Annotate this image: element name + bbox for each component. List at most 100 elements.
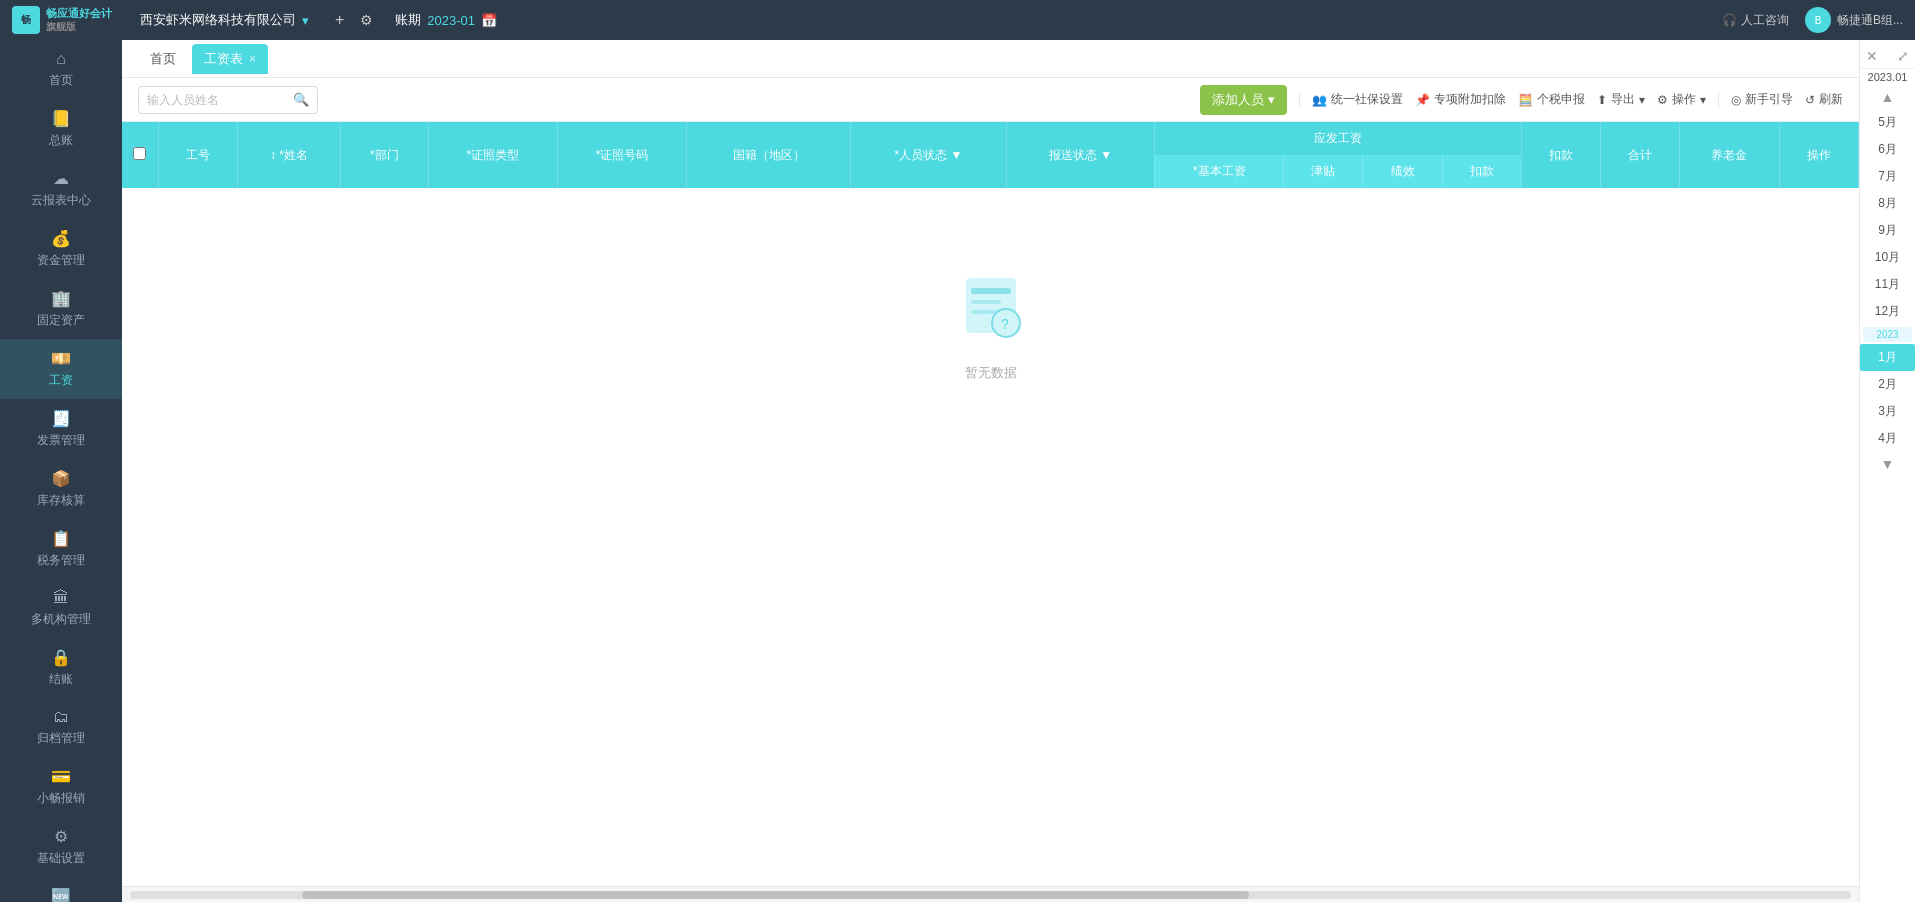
th-total: 合计 [1600,122,1679,188]
search-input[interactable] [147,93,287,107]
guide-btn[interactable]: ◎ 新手引导 [1731,91,1793,108]
month-6[interactable]: 6月 [1860,136,1915,163]
tab-bar: 首页 工资表 × [122,40,1859,78]
th-pension: 养老金 [1679,122,1779,188]
month-8[interactable]: 8月 [1860,190,1915,217]
scroll-thumb[interactable] [302,891,1249,899]
personal-tax-icon: 🧮 [1518,93,1533,107]
sidebar-label-close: 结账 [49,671,73,688]
month-2[interactable]: 2月 [1860,371,1915,398]
fixed-asset-icon: 🏢 [51,289,71,308]
sidebar-item-salary[interactable]: 💴 工资 [0,339,122,399]
sidebar-item-home[interactable]: ⌂ 首页 [0,40,122,99]
month-7[interactable]: 7月 [1860,163,1915,190]
settings-btn[interactable]: ⚙ [354,10,379,30]
tax-icon: 📋 [51,529,71,548]
headset-icon: 🎧 [1722,13,1737,27]
th-cert-no: *证照号码 [557,122,686,188]
month-4[interactable]: 4月 [1860,425,1915,452]
add-company-btn[interactable]: + [329,9,350,31]
prev-year-btn[interactable]: ▲ [1877,85,1899,109]
period-calendar-icon[interactable]: 📅 [481,13,497,28]
sidebar-item-tax[interactable]: 📋 税务管理 [0,519,122,579]
home-icon: ⌂ [56,50,66,68]
th-report-status: 报送状态 ▼ [1006,122,1154,188]
tab-close-icon[interactable]: × [249,53,256,65]
tab-salary-table[interactable]: 工资表 × [192,44,268,74]
th-emp-no: 工号 [158,122,237,188]
logo-area: 畅 畅应通好会计 旗舰版 [12,6,132,34]
user-menu[interactable]: B 畅捷通B组... [1805,7,1903,33]
content-area: 首页 工资表 × 🔍 添加人员 ▾ 👥 统一社保设置 � [122,40,1859,902]
th-deduction: 扣款 [1521,122,1600,188]
tab-salary-label: 工资表 [204,50,243,68]
status-filter-icon[interactable]: ▼ [950,148,962,162]
cloud-icon: ☁ [53,169,69,188]
special-deduction-icon: 📌 [1415,93,1430,107]
special-deduction-btn[interactable]: 📌 专项附加扣除 [1415,91,1506,108]
special-deduction-label: 专项附加扣除 [1434,91,1506,108]
sidebar-item-settings[interactable]: ⚙ 基础设置 [0,817,122,877]
personal-tax-btn[interactable]: 🧮 个税申报 [1518,91,1585,108]
sidebar-label-expense: 小畅报销 [37,790,85,807]
app-logo: 畅 [12,6,40,34]
search-wrapper[interactable]: 🔍 [138,86,318,114]
social-security-btn[interactable]: 👥 统一社保设置 [1312,91,1403,108]
export-icon: ⬆ [1597,93,1607,107]
month-3[interactable]: 3月 [1860,398,1915,425]
sidebar-item-fund[interactable]: 💰 资金管理 [0,219,122,279]
right-panel-top: ✕ ⤢ [1860,44,1915,69]
refresh-btn[interactable]: ↺ 刷新 [1805,91,1843,108]
company-selector[interactable]: 西安虾米网络科技有限公司 ▾ [132,7,317,33]
sidebar-label-fund: 资金管理 [37,252,85,269]
sidebar-item-close[interactable]: 🔒 结账 [0,638,122,698]
month-1-active[interactable]: 1月 [1860,344,1915,371]
select-all-checkbox[interactable] [133,147,146,160]
sidebar-item-multi-org[interactable]: 🏛 多机构管理 [0,579,122,638]
scroll-bar-area [122,886,1859,902]
social-security-label: 统一社保设置 [1331,91,1403,108]
basic-settings-icon: ⚙ [54,827,68,846]
sidebar-item-cloud-report[interactable]: ☁ 云报表中心 [0,159,122,219]
human-service-btn[interactable]: 🎧 人工咨询 [1722,12,1789,29]
report-filter-icon[interactable]: ▼ [1100,148,1112,162]
empty-text: 暂无数据 [965,364,1017,382]
sidebar-item-archive[interactable]: 🗂 归档管理 [0,698,122,757]
close-panel-btn[interactable]: ✕ [1866,48,1878,64]
operation-btn[interactable]: ⚙ 操作 ▾ [1657,91,1706,108]
guide-toolbar-icon: ◎ [1731,93,1741,107]
separator-2 [1718,92,1719,108]
sidebar-item-inventory[interactable]: 📦 库存核算 [0,459,122,519]
sidebar-item-guide[interactable]: 🆕 新手引导 [0,877,122,902]
sidebar-item-fixed-asset[interactable]: 🏢 固定资产 [0,279,122,339]
app-name: 畅应通好会计 [46,7,112,20]
sidebar-item-invoice[interactable]: 🧾 发票管理 [0,399,122,459]
month-12[interactable]: 12月 [1860,298,1915,325]
scroll-track[interactable] [130,891,1851,899]
sidebar-label-fixed-asset: 固定资产 [37,312,85,329]
sidebar-label-cloud: 云报表中心 [31,192,91,209]
sidebar-item-expense[interactable]: 💳 小畅报销 [0,757,122,817]
th-dept: *部门 [341,122,428,188]
month-5[interactable]: 5月 [1860,109,1915,136]
year-label: 2023 [1863,327,1913,342]
month-9[interactable]: 9月 [1860,217,1915,244]
next-year-btn[interactable]: ▼ [1877,452,1899,476]
export-btn[interactable]: ⬆ 导出 ▾ [1597,91,1645,108]
sidebar-label-invoice: 发票管理 [37,432,85,449]
fund-icon: 💰 [51,229,71,248]
tab-home[interactable]: 首页 [138,44,188,74]
sidebar-label-inventory: 库存核算 [37,492,85,509]
expand-panel-btn[interactable]: ⤢ [1897,48,1909,64]
salary-table: 工号 ↕ *姓名 *部门 *证照类型 *证照号码 国籍（地区） *人员状态 ▼ … [122,122,1859,188]
sidebar-label-settings: 基础设置 [37,850,85,867]
month-11[interactable]: 11月 [1860,271,1915,298]
sidebar-item-ledger[interactable]: 📒 总账 [0,99,122,159]
expense-icon: 💳 [51,767,71,786]
table-container: 工号 ↕ *姓名 *部门 *证照类型 *证照号码 国籍（地区） *人员状态 ▼ … [122,122,1859,886]
operation-label: 操作 [1672,91,1696,108]
add-people-btn[interactable]: 添加人员 ▾ [1200,85,1287,115]
th-checkbox[interactable] [122,122,158,188]
sidebar-label-home: 首页 [49,72,73,89]
month-10[interactable]: 10月 [1860,244,1915,271]
